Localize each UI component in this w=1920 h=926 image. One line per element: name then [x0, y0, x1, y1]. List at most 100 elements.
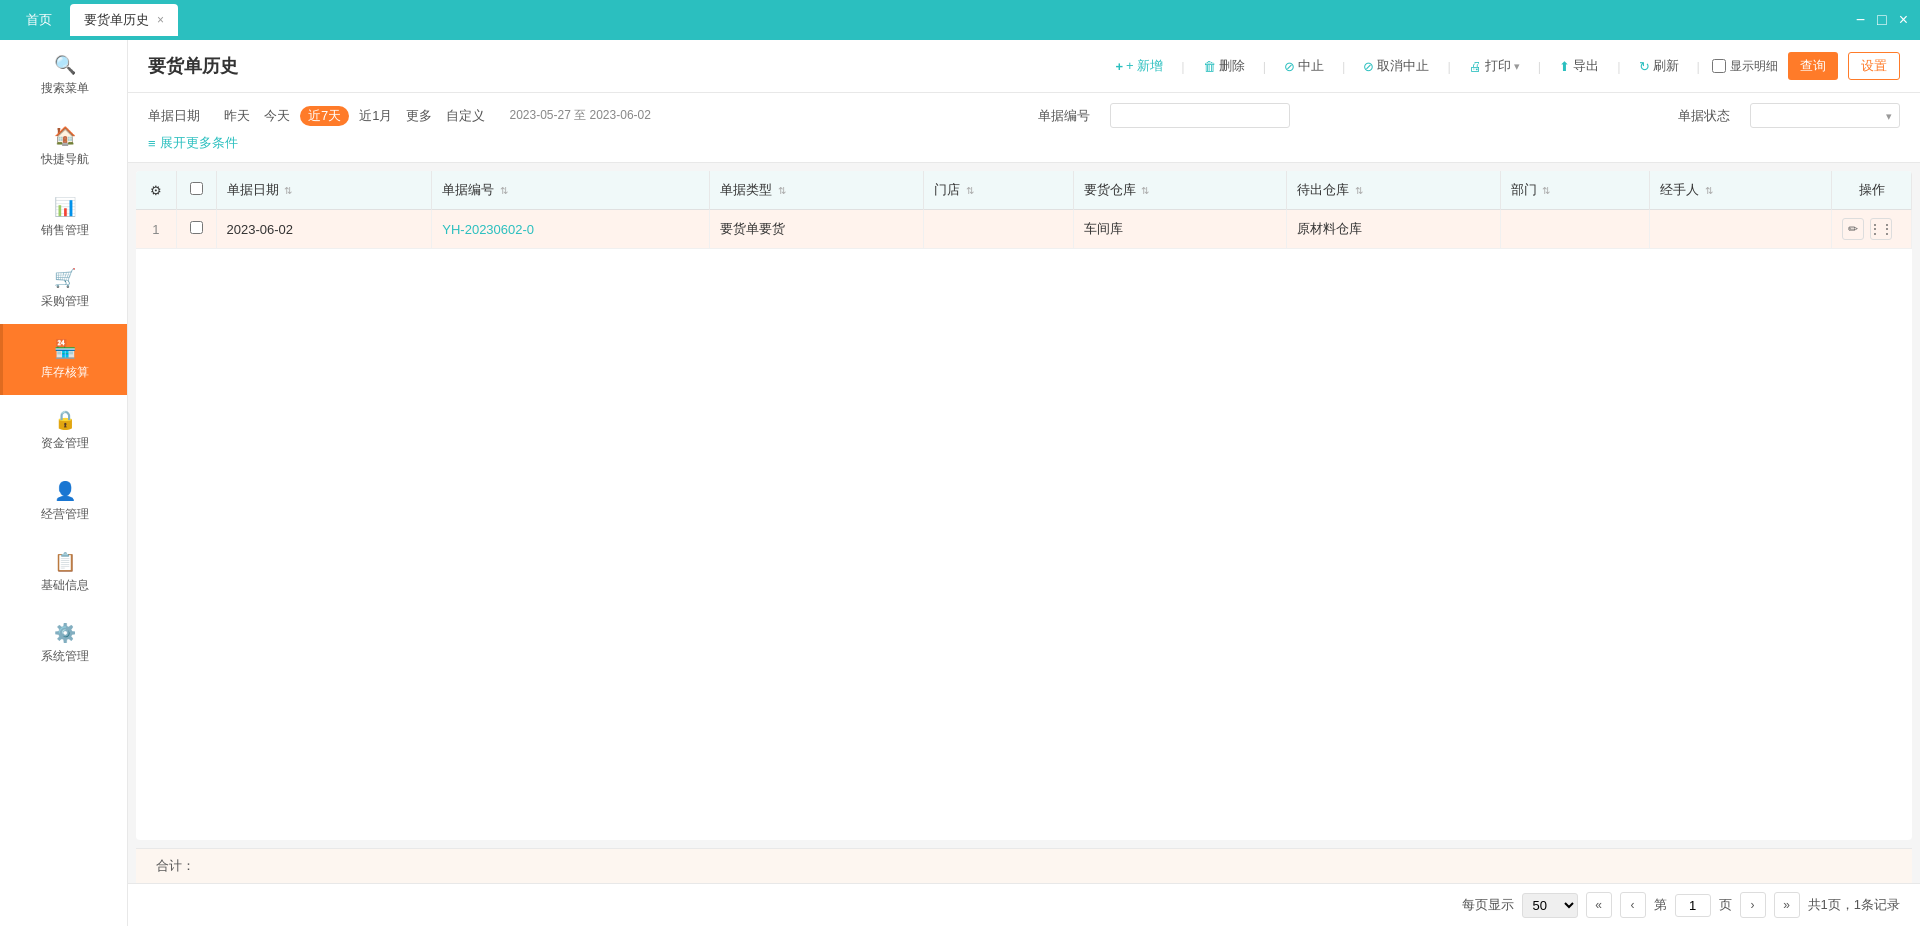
row-more-icon[interactable]: ⋮⋮ — [1870, 218, 1892, 240]
delete-button[interactable]: 🗑 删除 — [1197, 53, 1251, 79]
settings-button[interactable]: 设置 — [1848, 52, 1900, 80]
row-doc-number: YH-20230602-0 — [432, 210, 710, 249]
header-actions: + + 新增 | 🗑 删除 | ⊘ 中止 | ⊘ 取消中止 | — [1109, 52, 1900, 80]
doc-number-link[interactable]: YH-20230602-0 — [442, 222, 534, 237]
sidebar-item-label: 系统管理 — [41, 648, 89, 665]
minimize-icon[interactable]: − — [1856, 11, 1865, 29]
row-pending-warehouse: 原材料仓库 — [1287, 210, 1501, 249]
sort-handler[interactable]: ⇅ — [1705, 185, 1713, 196]
operations-mgmt-icon: 👤 — [54, 480, 76, 502]
sort-store[interactable]: ⇅ — [966, 185, 974, 196]
sidebar-item-search-menu[interactable]: 🔍 搜索菜单 — [0, 40, 127, 111]
system-mgmt-icon: ⚙️ — [54, 622, 76, 644]
sidebar-item-quick-nav[interactable]: 🏠 快捷导航 — [0, 111, 127, 182]
date-btn-today[interactable]: 今天 — [260, 106, 294, 126]
page-label-pre: 第 — [1654, 896, 1667, 914]
expand-conditions-btn[interactable]: ≡ 展开更多条件 — [148, 134, 1900, 152]
finance-mgmt-icon: 🔒 — [54, 409, 76, 431]
refresh-button[interactable]: ↻ 刷新 — [1633, 53, 1685, 79]
page-number-input[interactable]: 1 — [1675, 894, 1711, 917]
purchase-mgmt-icon: 🛒 — [54, 267, 76, 289]
stop-button[interactable]: ⊘ 中止 — [1278, 53, 1330, 79]
row-req-warehouse: 车间库 — [1073, 210, 1287, 249]
cancel-stop-icon: ⊘ — [1363, 59, 1374, 74]
sidebar-item-system-mgmt[interactable]: ⚙️ 系统管理 — [0, 608, 127, 679]
sidebar-item-label: 库存核算 — [41, 364, 89, 381]
sidebar-item-operations-mgmt[interactable]: 👤 经营管理 — [0, 466, 127, 537]
prev-page-btn[interactable]: ‹ — [1620, 892, 1646, 918]
sidebar-item-sales-mgmt[interactable]: 📊 销售管理 — [0, 182, 127, 253]
date-shortcuts: 昨天 今天 近7天 近1月 更多 自定义 — [220, 106, 489, 126]
close-icon[interactable]: × — [1899, 11, 1908, 29]
select-all-checkbox[interactable] — [190, 182, 203, 195]
row-edit-icon[interactable]: ✏ — [1842, 218, 1864, 240]
first-page-btn[interactable]: « — [1586, 892, 1612, 918]
date-btn-1month[interactable]: 近1月 — [355, 106, 396, 126]
main-layout: 🔍 搜索菜单 🏠 快捷导航 📊 销售管理 🛒 采购管理 🏪 库存核算 🔒 资金管… — [0, 40, 1920, 926]
doc-number-input[interactable] — [1110, 103, 1290, 128]
sort-doc-type[interactable]: ⇅ — [778, 185, 786, 196]
doc-status-select[interactable] — [1750, 103, 1900, 128]
sidebar-item-label: 基础信息 — [41, 577, 89, 594]
row-select-checkbox[interactable] — [190, 221, 203, 234]
row-action-icons: ✏ ⋮⋮ — [1842, 218, 1901, 240]
row-checkbox — [176, 210, 216, 249]
sort-doc-date[interactable]: ⇅ — [284, 185, 292, 196]
sidebar-item-label: 搜索菜单 — [41, 80, 89, 97]
export-button[interactable]: ⬆ 导出 — [1553, 53, 1605, 79]
page-header: 要货单历史 + + 新增 | 🗑 删除 | ⊘ 中止 | ⊘ — [128, 40, 1920, 93]
th-store: 门店 ⇅ — [924, 171, 1074, 210]
expand-icon: ≡ — [148, 136, 156, 151]
sidebar-item-inventory[interactable]: 🏪 库存核算 — [0, 324, 127, 395]
date-btn-7days[interactable]: 近7天 — [300, 106, 349, 126]
date-range-display: 2023-05-27 至 2023-06-02 — [509, 107, 650, 124]
th-action: 操作 — [1832, 171, 1912, 210]
row-actions: ✏ ⋮⋮ — [1832, 210, 1912, 249]
settings-col-icon: ⚙ — [150, 183, 162, 198]
sort-department[interactable]: ⇅ — [1542, 185, 1550, 196]
sort-pending-warehouse[interactable]: ⇅ — [1355, 185, 1363, 196]
tab-home[interactable]: 首页 — [12, 4, 66, 36]
basic-info-icon: 📋 — [54, 551, 76, 573]
next-page-btn[interactable]: › — [1740, 892, 1766, 918]
query-button[interactable]: 查询 — [1788, 52, 1838, 80]
inventory-icon: 🏪 — [54, 338, 76, 360]
th-department: 部门 ⇅ — [1500, 171, 1650, 210]
table-footer: 合计： — [136, 848, 1912, 883]
cancel-stop-button[interactable]: ⊘ 取消中止 — [1357, 53, 1435, 79]
sidebar: 🔍 搜索菜单 🏠 快捷导航 📊 销售管理 🛒 采购管理 🏪 库存核算 🔒 资金管… — [0, 40, 128, 926]
window-controls: − □ × — [1856, 11, 1908, 29]
table-header-row: ⚙ 单据日期 ⇅ 单据编号 ⇅ — [136, 171, 1912, 210]
last-page-btn[interactable]: » — [1774, 892, 1800, 918]
total-info: 共1页，1条记录 — [1808, 896, 1900, 914]
new-button[interactable]: + + 新增 — [1109, 53, 1169, 79]
print-button[interactable]: 🖨 打印 ▾ — [1463, 53, 1526, 79]
th-handler: 经手人 ⇅ — [1650, 171, 1832, 210]
sidebar-item-basic-info[interactable]: 📋 基础信息 — [0, 537, 127, 608]
th-req-warehouse: 要货仓库 ⇅ — [1073, 171, 1287, 210]
data-table: ⚙ 单据日期 ⇅ 单据编号 ⇅ — [136, 171, 1912, 249]
search-menu-icon: 🔍 — [54, 54, 76, 76]
tab-close-icon[interactable]: × — [157, 13, 164, 27]
th-doc-type: 单据类型 ⇅ — [710, 171, 924, 210]
th-doc-number: 单据编号 ⇅ — [432, 171, 710, 210]
show-detail-toggle[interactable]: 显示明细 — [1712, 58, 1778, 75]
show-detail-checkbox[interactable] — [1712, 59, 1726, 73]
refresh-icon: ↻ — [1639, 59, 1650, 74]
table-row: 1 2023-06-02 YH-20230602-0 要货单要货 车间库 原材料… — [136, 210, 1912, 249]
date-btn-custom[interactable]: 自定义 — [442, 106, 489, 126]
print-icon: 🖨 — [1469, 59, 1482, 74]
sidebar-item-finance-mgmt[interactable]: 🔒 资金管理 — [0, 395, 127, 466]
sort-req-warehouse[interactable]: ⇅ — [1141, 185, 1149, 196]
sort-doc-number[interactable]: ⇅ — [500, 185, 508, 196]
sidebar-item-purchase-mgmt[interactable]: 🛒 采购管理 — [0, 253, 127, 324]
page-size-select[interactable]: 50 100 — [1522, 893, 1578, 918]
date-btn-more[interactable]: 更多 — [402, 106, 436, 126]
date-btn-yesterday[interactable]: 昨天 — [220, 106, 254, 126]
maximize-icon[interactable]: □ — [1877, 11, 1887, 29]
row-num: 1 — [136, 210, 176, 249]
stop-icon: ⊘ — [1284, 59, 1295, 74]
th-settings[interactable]: ⚙ — [136, 171, 176, 210]
tab-active[interactable]: 要货单历史 × — [70, 4, 178, 36]
date-label: 单据日期 — [148, 107, 200, 125]
